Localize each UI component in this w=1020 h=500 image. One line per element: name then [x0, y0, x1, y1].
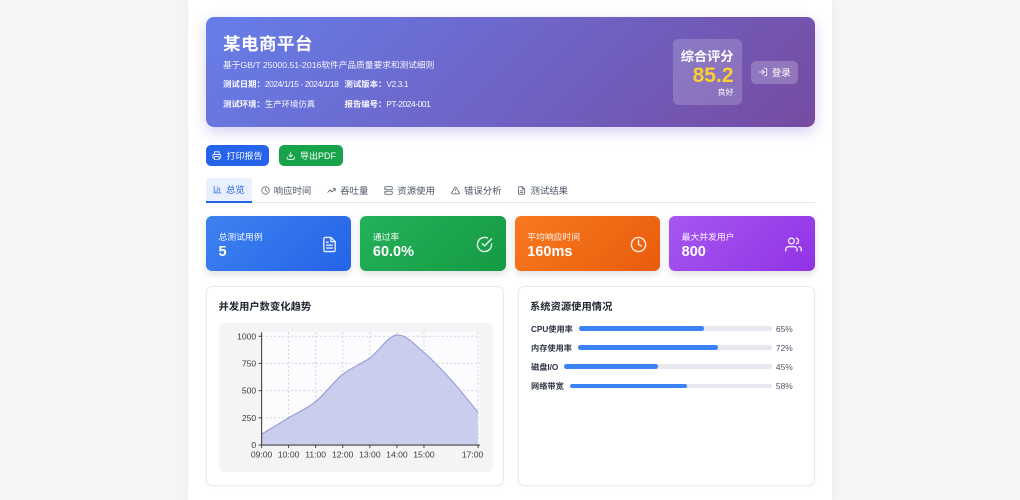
- svg-text:10:00: 10:00: [278, 450, 300, 460]
- svg-text:250: 250: [242, 413, 257, 423]
- svg-text:11:00: 11:00: [305, 450, 326, 460]
- svg-text:750: 750: [242, 359, 257, 369]
- svg-text:15:00: 15:00: [413, 450, 435, 460]
- svg-text:13:00: 13:00: [359, 450, 381, 460]
- svg-text:09:00: 09:00: [251, 450, 273, 460]
- svg-text:1000: 1000: [237, 332, 256, 342]
- svg-text:500: 500: [242, 386, 257, 396]
- svg-text:14:00: 14:00: [386, 450, 408, 460]
- svg-text:12:00: 12:00: [332, 450, 354, 460]
- svg-text:17:00: 17:00: [462, 450, 484, 460]
